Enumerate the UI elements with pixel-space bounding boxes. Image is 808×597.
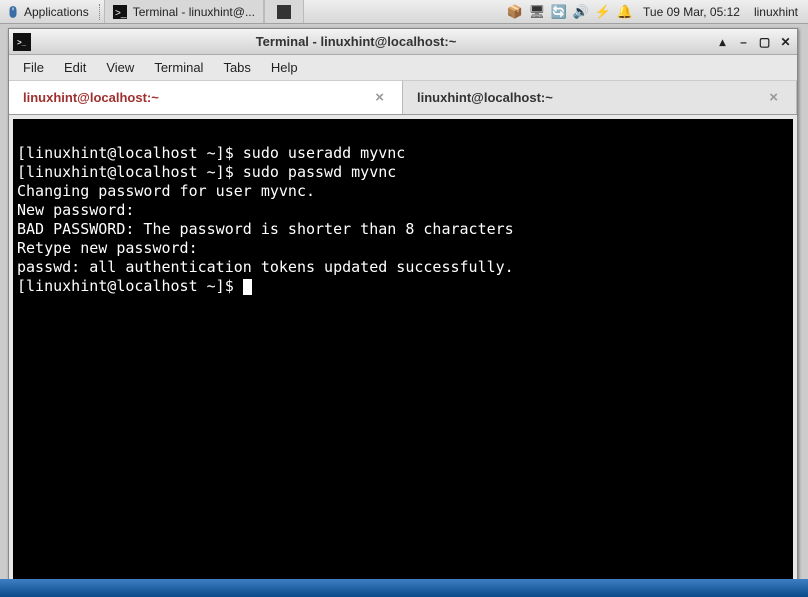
notifications-icon[interactable]: 🔔 bbox=[617, 4, 633, 20]
bottom-dock[interactable] bbox=[0, 579, 808, 597]
taskbar-item-label: Terminal - linuxhint@... bbox=[133, 5, 255, 19]
applications-menu[interactable]: Applications bbox=[0, 0, 95, 23]
svg-text:>_: >_ bbox=[115, 8, 127, 19]
separator bbox=[99, 4, 100, 20]
window-icon: >_ bbox=[13, 33, 31, 51]
tab-close-icon[interactable]: × bbox=[371, 89, 388, 106]
window-title: Terminal - linuxhint@localhost:~ bbox=[37, 34, 715, 49]
cursor bbox=[243, 279, 252, 295]
tab-1[interactable]: linuxhint@localhost:~ × bbox=[9, 81, 403, 114]
tab-bar: linuxhint@localhost:~ × linuxhint@localh… bbox=[9, 81, 797, 115]
terminal-line: [linuxhint@localhost ~]$ sudo useradd my… bbox=[17, 144, 405, 162]
terminal-line: New password: bbox=[17, 201, 134, 219]
tab-2[interactable]: linuxhint@localhost:~ × bbox=[403, 81, 797, 114]
menu-help[interactable]: Help bbox=[263, 57, 306, 78]
close-button[interactable]: ✕ bbox=[778, 34, 793, 49]
menu-edit[interactable]: Edit bbox=[56, 57, 94, 78]
terminal-line: Retype new password: bbox=[17, 239, 198, 257]
top-panel: Applications >_ Terminal - linuxhint@...… bbox=[0, 0, 808, 24]
svg-text:>_: >_ bbox=[17, 38, 27, 47]
terminal-line: Changing password for user myvnc. bbox=[17, 182, 315, 200]
battery-icon[interactable]: ⚡ bbox=[595, 4, 611, 20]
window-buttons: ▴ – ▢ ✕ bbox=[715, 34, 793, 49]
taskbar-item-app[interactable] bbox=[264, 0, 304, 23]
tab-label: linuxhint@localhost:~ bbox=[417, 90, 553, 105]
system-tray: 📦 🖥 🔄 🔊 ⚡ 🔔 Tue 09 Mar, 05:12 linuxhint bbox=[501, 0, 808, 23]
terminal-line: BAD PASSWORD: The password is shorter th… bbox=[17, 220, 514, 238]
terminal-line: passwd: all authentication tokens update… bbox=[17, 258, 514, 276]
updates-icon[interactable]: 🔄 bbox=[551, 4, 567, 20]
menu-tabs[interactable]: Tabs bbox=[215, 57, 258, 78]
clock[interactable]: Tue 09 Mar, 05:12 bbox=[639, 5, 744, 19]
mouse-icon bbox=[6, 5, 20, 19]
terminal-icon: >_ bbox=[113, 5, 127, 19]
terminal-icon: >_ bbox=[16, 36, 28, 48]
minimize-button[interactable]: – bbox=[736, 34, 751, 49]
taskbar-item-terminal[interactable]: >_ Terminal - linuxhint@... bbox=[104, 0, 264, 23]
menu-file[interactable]: File bbox=[15, 57, 52, 78]
terminal-viewport[interactable]: [linuxhint@localhost ~]$ sudo useradd my… bbox=[13, 119, 793, 579]
window-titlebar[interactable]: >_ Terminal - linuxhint@localhost:~ ▴ – … bbox=[9, 29, 797, 55]
applications-label: Applications bbox=[24, 5, 89, 19]
package-icon[interactable]: 📦 bbox=[507, 4, 523, 20]
menu-terminal[interactable]: Terminal bbox=[146, 57, 211, 78]
volume-icon[interactable]: 🔊 bbox=[573, 4, 589, 20]
terminal-line: [linuxhint@localhost ~]$ bbox=[17, 277, 243, 295]
terminal-content: [linuxhint@localhost ~]$ sudo useradd my… bbox=[17, 125, 789, 315]
tab-close-icon[interactable]: × bbox=[765, 89, 782, 106]
maximize-button[interactable]: ▢ bbox=[757, 34, 772, 49]
rollup-button[interactable]: ▴ bbox=[715, 34, 730, 49]
app-icon bbox=[277, 5, 291, 19]
terminal-line: [linuxhint@localhost ~]$ sudo passwd myv… bbox=[17, 163, 396, 181]
terminal-window: >_ Terminal - linuxhint@localhost:~ ▴ – … bbox=[8, 28, 798, 584]
menubar: File Edit View Terminal Tabs Help bbox=[9, 55, 797, 81]
user-menu[interactable]: linuxhint bbox=[750, 5, 802, 19]
display-icon[interactable]: 🖥 bbox=[529, 4, 545, 20]
tab-label: linuxhint@localhost:~ bbox=[23, 90, 159, 105]
menu-view[interactable]: View bbox=[98, 57, 142, 78]
